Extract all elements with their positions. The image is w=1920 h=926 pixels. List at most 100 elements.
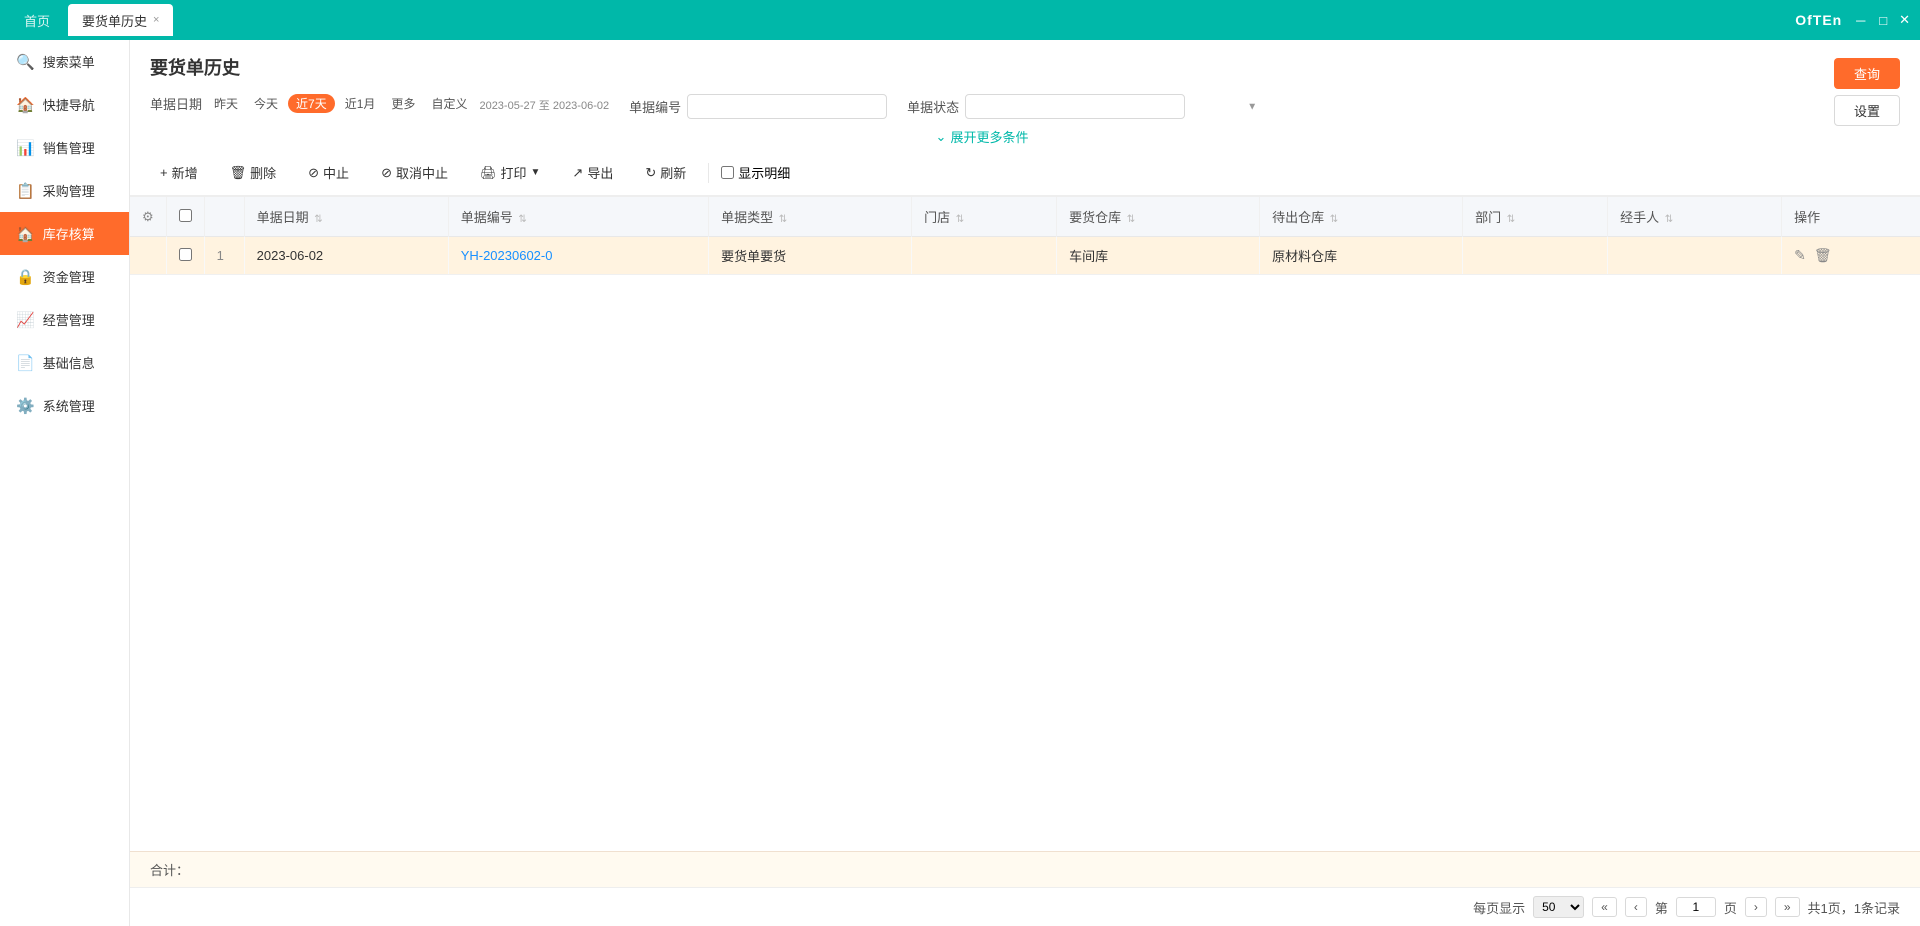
col-doc-type[interactable]: 单据类型 ⇅ [709,197,912,237]
row-handler-cell [1608,237,1782,275]
date-shortcut-7days[interactable]: 近7天 [288,94,335,113]
sort-store-icon: ⇅ [956,214,964,225]
table-row: 1 2023-06-02 YH-20230602-0 要货单要货 [130,237,1920,275]
row-checkbox[interactable] [179,248,192,261]
show-detail-checkbox[interactable] [721,166,734,179]
col-settings[interactable]: ⚙ [130,197,166,237]
page-title: 要货单历史 [150,54,1814,80]
expand-more-button[interactable]: ⌄ 展开更多条件 [150,123,1814,150]
window-minimize-button[interactable]: － [1854,11,1867,30]
total-info: 共1页，1条记录 [1808,898,1900,917]
date-shortcut-today[interactable]: 今天 [248,94,284,113]
operations-icon: 📈 [16,311,35,329]
date-shortcut-1month[interactable]: 近1月 [339,94,382,113]
export-label: 导出 [587,163,613,182]
pagination-bar: 每页显示 20 50 100 « ‹ 第 页 › » 共1页，1条记录 [130,887,1920,926]
requisition-table: ⚙ 单据日期 ⇅ 单据编号 ⇅ [130,197,1920,275]
add-label: 新增 [172,163,198,182]
row-edit-icon[interactable]: ✎ [1794,247,1806,264]
content-area: 要货单历史 单据日期 昨天 今天 近7天 近1月 更多 [130,40,1920,926]
row-doc-type: 要货单要货 [721,249,786,264]
show-detail-toggle[interactable]: 显示明细 [721,163,790,182]
basic-info-icon: 📄 [16,354,35,372]
page-number-input[interactable] [1676,897,1716,917]
sidebar-item-search-menu[interactable]: 🔍 搜索菜单 [0,40,129,83]
col-number [204,197,244,237]
prev-page-button[interactable]: ‹ [1625,897,1647,917]
row-delete-icon[interactable]: 🗑 [1814,247,1832,264]
sidebar-item-finance[interactable]: 🔒 资金管理 [0,255,129,298]
sidebar-label-basic-info: 基础信息 [43,353,95,372]
col-actions: 操作 [1782,197,1920,237]
doc-number-input[interactable] [687,94,887,119]
stop-icon: ⊘ [308,165,319,181]
settings-button[interactable]: 设置 [1834,95,1900,126]
tab-close-icon[interactable]: × [153,14,159,26]
print-button[interactable]: 🖨 打印 ▼ [470,158,550,187]
top-bar-right: OfTEn － □ ✕ [1795,11,1910,30]
table-header-row: ⚙ 单据日期 ⇅ 单据编号 ⇅ [130,197,1920,237]
sidebar-label-search-menu: 搜索菜单 [43,52,95,71]
sidebar-item-quick-nav[interactable]: 🏠 快捷导航 [0,83,129,126]
doc-number-label: 单据编号 [629,97,681,116]
query-button[interactable]: 查询 [1834,58,1900,89]
row-doc-number-link[interactable]: YH-20230602-0 [461,248,553,263]
refresh-button[interactable]: ↻ 刷新 [635,158,696,187]
date-range-text: 2023-05-27 至 2023-06-02 [479,97,609,113]
first-page-button[interactable]: « [1592,897,1617,917]
export-button[interactable]: ↗ 导出 [562,158,623,187]
date-shortcut-custom[interactable]: 自定义 [425,94,473,113]
tab-bar: 首页 要货单历史 × [10,4,1795,36]
page-unit: 页 [1724,898,1737,917]
col-department[interactable]: 部门 ⇅ [1463,197,1608,237]
sidebar-label-system: 系统管理 [43,396,95,415]
doc-number-filter-group: 单据编号 [629,94,887,119]
sort-doc-type-icon: ⇅ [779,214,787,225]
col-req-warehouse[interactable]: 要货仓库 ⇅ [1057,197,1260,237]
window-maximize-button[interactable]: □ [1879,13,1887,28]
date-shortcut-more[interactable]: 更多 [385,94,421,113]
col-store[interactable]: 门店 ⇅ [912,197,1057,237]
tab-home[interactable]: 首页 [10,4,64,36]
cancel-stop-label: 取消中止 [396,163,448,182]
row-department-cell [1463,237,1608,275]
row-req-warehouse: 车间库 [1069,249,1108,264]
print-label: 打印 [501,163,527,182]
select-all-checkbox[interactable] [179,209,192,222]
row-doc-type-cell: 要货单要货 [709,237,912,275]
tab-requisition-history[interactable]: 要货单历史 × [68,4,173,36]
col-pending-warehouse[interactable]: 待出仓库 ⇅ [1260,197,1463,237]
header-area: 要货单历史 单据日期 昨天 今天 近7天 近1月 更多 [130,40,1920,197]
add-button[interactable]: + 新增 [150,158,208,187]
sidebar-item-inventory[interactable]: 🏠 库存核算 [0,212,129,255]
tab-home-label: 首页 [24,11,50,30]
table-container: ⚙ 单据日期 ⇅ 单据编号 ⇅ [130,197,1920,851]
window-close-button[interactable]: ✕ [1899,12,1910,28]
doc-status-label: 单据状态 [907,97,959,116]
delete-label: 删除 [250,163,276,182]
next-page-button[interactable]: › [1745,897,1767,917]
date-shortcut-yesterday[interactable]: 昨天 [208,94,244,113]
col-doc-number[interactable]: 单据编号 ⇅ [448,197,708,237]
page-size-label: 每页显示 [1473,898,1525,917]
doc-status-select[interactable] [965,94,1185,119]
last-page-button[interactable]: » [1775,897,1800,917]
cancel-stop-icon: ⊘ [381,165,392,181]
sidebar-item-sales[interactable]: 📊 销售管理 [0,126,129,169]
stop-button[interactable]: ⊘ 中止 [298,158,359,187]
sidebar-item-system[interactable]: ⚙️ 系统管理 [0,384,129,427]
col-doc-date[interactable]: 单据日期 ⇅ [244,197,448,237]
quick-nav-icon: 🏠 [16,96,35,114]
col-handler[interactable]: 经手人 ⇅ [1608,197,1782,237]
sort-department-icon: ⇅ [1507,214,1515,225]
row-pending-warehouse-cell: 原材料仓库 [1260,237,1463,275]
delete-button[interactable]: 🗑 删除 [220,158,287,187]
total-bar: 合计： [130,851,1920,887]
sidebar-item-purchase[interactable]: 📋 采购管理 [0,169,129,212]
cancel-stop-button[interactable]: ⊘ 取消中止 [371,158,458,187]
sidebar-item-operations[interactable]: 📈 经营管理 [0,298,129,341]
page-size-select[interactable]: 20 50 100 [1533,896,1584,918]
row-pending-warehouse: 原材料仓库 [1272,249,1337,264]
print-dropdown-icon: ▼ [531,167,541,178]
sidebar-item-basic-info[interactable]: 📄 基础信息 [0,341,129,384]
